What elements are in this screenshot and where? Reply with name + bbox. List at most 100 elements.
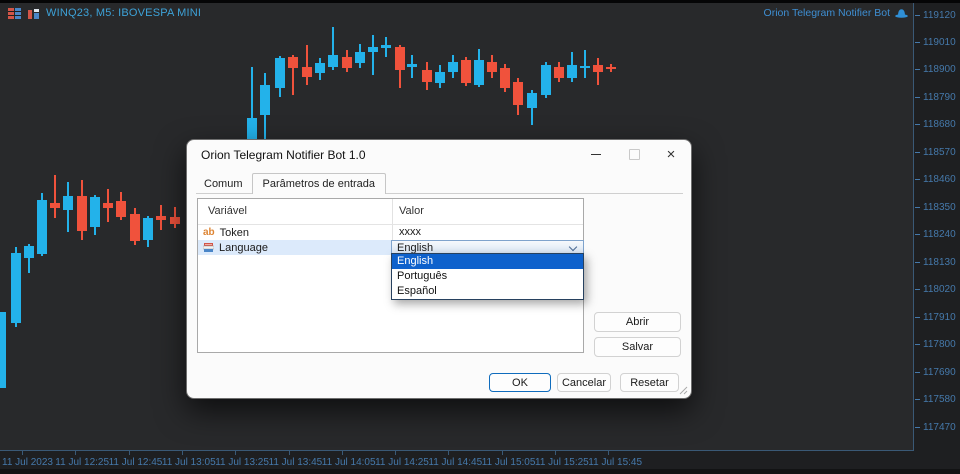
price-label: 118350 xyxy=(923,201,956,213)
price-axis[interactable]: 119120 119010 118900 118790 118680 118570 1184… xyxy=(913,0,960,474)
candle-body xyxy=(461,60,471,83)
time-tick xyxy=(501,451,503,455)
price-label: 118570 xyxy=(923,146,956,158)
resetar-button[interactable]: Resetar xyxy=(620,373,679,392)
candle-body xyxy=(0,312,6,388)
price-tick xyxy=(915,69,920,71)
combobox-value: English xyxy=(397,241,434,254)
candle-body xyxy=(395,47,405,70)
time-tick xyxy=(22,451,23,455)
candle-body xyxy=(554,67,564,78)
dropdown-option-espanol[interactable]: Español xyxy=(392,284,583,299)
price-label: 117470 xyxy=(923,421,956,433)
ea-name-label: Orion Telegram Notifier Bot xyxy=(763,7,890,19)
price-label: 118900 xyxy=(923,64,956,76)
tab-parametros-de-entrada[interactable]: Parâmetros de entrada xyxy=(251,173,387,194)
candle-body xyxy=(275,58,285,88)
price-tick xyxy=(915,261,920,263)
candle-body xyxy=(77,196,87,231)
candle-body xyxy=(381,45,391,48)
time-label: 11 Jul 13:25 xyxy=(215,457,269,468)
minimize-button[interactable] xyxy=(580,140,612,168)
close-button[interactable]: × xyxy=(655,140,687,168)
param-value[interactable]: xxxx xyxy=(399,225,421,240)
candle-body xyxy=(567,65,577,78)
time-tick xyxy=(448,451,450,455)
symbol-label: WINQ23, M5: IBOVESPA MINI xyxy=(46,7,202,19)
time-axis[interactable]: 11 Jul 2023 11 Jul 12:25 11 Jul 12:45 11 Ju… xyxy=(0,451,913,471)
cancelar-button[interactable]: Cancelar xyxy=(557,373,611,392)
language-dropdown-list: English Português Español xyxy=(391,253,584,300)
candle-body xyxy=(130,214,140,241)
table-row-token[interactable]: ab Token xxxx xyxy=(198,225,583,240)
dropdown-option-english[interactable]: English xyxy=(392,254,583,269)
dialog-title: Orion Telegram Notifier Bot 1.0 xyxy=(201,148,366,162)
dialog-titlebar[interactable]: Orion Telegram Notifier Bot 1.0 × xyxy=(187,140,691,170)
bottom-border xyxy=(0,469,960,474)
dialog-tabs: Comum Parâmetros de entrada xyxy=(195,173,387,194)
candle-body xyxy=(435,72,445,83)
time-tick xyxy=(181,451,183,455)
salvar-button[interactable]: Salvar xyxy=(594,337,681,357)
candle-body xyxy=(24,246,34,258)
candle-body xyxy=(474,60,484,85)
abrir-button[interactable]: Abrir xyxy=(594,312,681,332)
candle-body xyxy=(448,62,458,72)
price-tick xyxy=(915,151,920,153)
expert-advisor-header: Orion Telegram Notifier Bot xyxy=(690,7,908,19)
resize-grip[interactable] xyxy=(679,386,688,395)
candle-body xyxy=(527,93,537,108)
price-tick xyxy=(915,234,920,236)
price-tick xyxy=(915,316,920,318)
candle-wick xyxy=(584,50,586,78)
candle-body xyxy=(116,201,126,217)
price-label: 119010 xyxy=(923,36,956,48)
candle-body xyxy=(422,70,432,82)
candle-body xyxy=(50,203,60,208)
time-tick xyxy=(341,451,343,455)
time-tick xyxy=(555,451,556,455)
time-label: 11 Jul 14:45 xyxy=(428,457,483,468)
price-label: 119120 xyxy=(923,9,956,21)
bar-chart-icon xyxy=(28,8,39,19)
enum-type-icon xyxy=(203,243,214,252)
candle-body xyxy=(407,64,417,67)
time-label: 11 Jul 12:45 xyxy=(108,457,163,468)
price-label: 117910 xyxy=(923,311,956,323)
param-name: Language xyxy=(219,241,268,254)
candle-wick xyxy=(372,35,374,75)
close-icon: × xyxy=(666,145,676,163)
price-label: 117800 xyxy=(923,339,956,351)
price-label: 118130 xyxy=(923,256,956,268)
chevron-down-icon xyxy=(568,242,578,252)
time-label: 11 Jul 12:25 xyxy=(55,457,110,468)
maximize-button xyxy=(618,140,650,168)
price-label: 118460 xyxy=(923,174,956,186)
price-label: 117580 xyxy=(923,394,956,406)
price-tick xyxy=(915,206,920,208)
candle-body xyxy=(368,47,378,52)
ok-button[interactable]: OK xyxy=(489,373,551,392)
chart-symbol-header: WINQ23, M5: IBOVESPA MINI xyxy=(8,7,201,19)
param-name: Token xyxy=(219,226,250,239)
ea-properties-dialog: Orion Telegram Notifier Bot 1.0 × Comum … xyxy=(186,139,692,399)
maximize-icon xyxy=(628,148,640,160)
candle-body xyxy=(288,57,298,68)
time-label: 11 Jul 2023 xyxy=(2,457,53,468)
time-tick xyxy=(395,451,397,455)
dropdown-option-portugues[interactable]: Português xyxy=(392,269,583,284)
time-tick xyxy=(608,451,610,455)
minimize-icon xyxy=(591,153,601,155)
candle-wick xyxy=(54,175,56,218)
price-tick xyxy=(915,344,920,346)
price-label: 118240 xyxy=(923,229,956,241)
candle-body xyxy=(580,66,590,68)
candle-body xyxy=(500,68,510,88)
candle-body xyxy=(63,196,73,210)
time-tick xyxy=(235,451,237,455)
price-tick xyxy=(915,124,920,126)
time-tick xyxy=(128,451,130,455)
tab-comum[interactable]: Comum xyxy=(195,175,252,193)
candle-body xyxy=(170,217,180,224)
price-tick xyxy=(915,426,920,428)
